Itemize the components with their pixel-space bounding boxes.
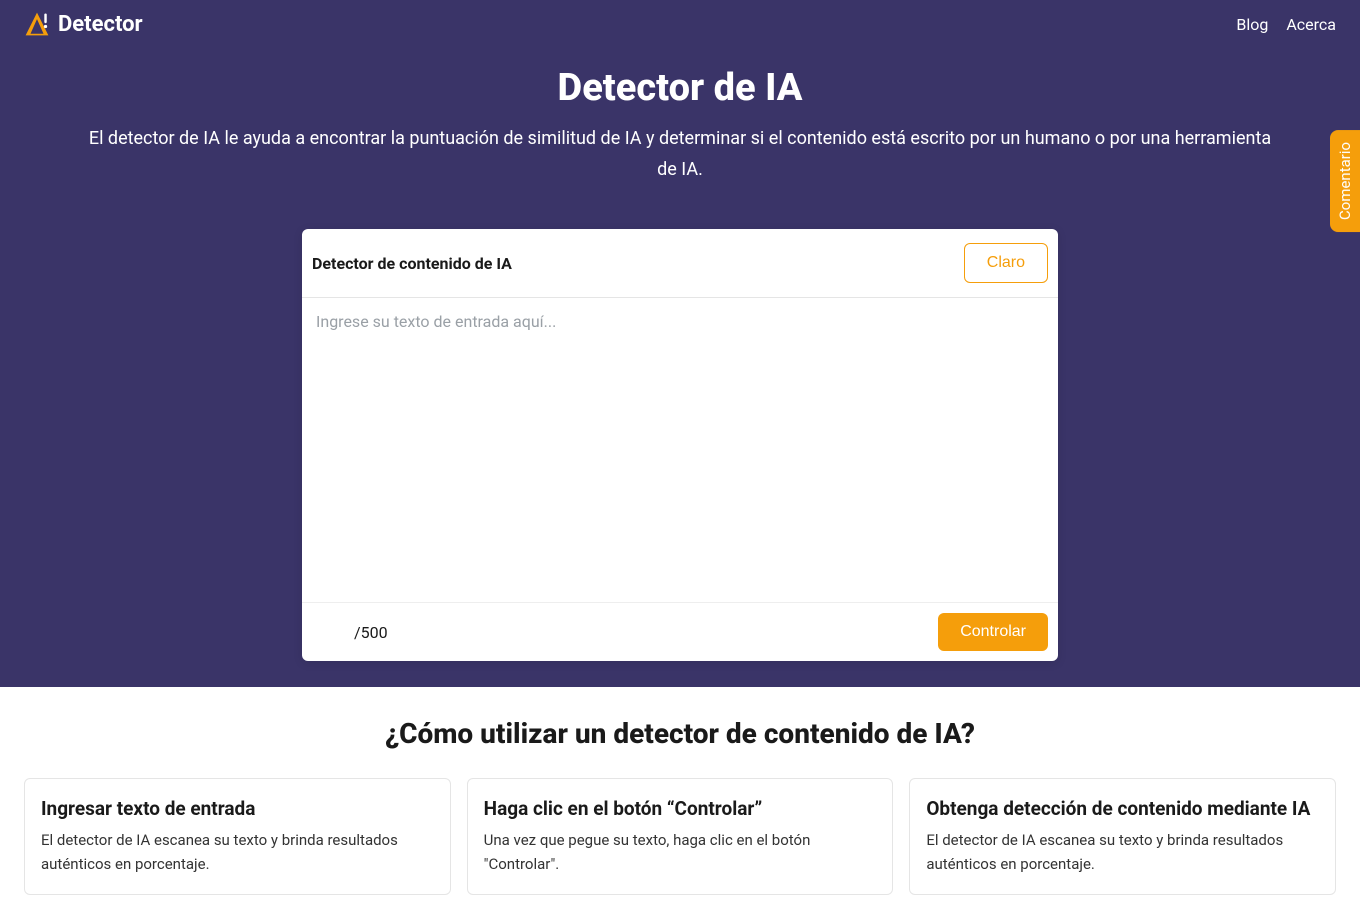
logo-icon — [24, 11, 50, 37]
step-desc: Una vez que pegue su texto, haga clic en… — [484, 828, 877, 876]
hero-section: Detector Blog Acerca Detector de IA El d… — [0, 0, 1360, 687]
text-input[interactable] — [302, 298, 1058, 598]
step-desc: El detector de IA escanea su texto y bri… — [41, 828, 434, 876]
step-title: Ingresar texto de entrada — [41, 797, 434, 820]
how-to-section: ¿Cómo utilizar un detector de contenido … — [0, 687, 1360, 919]
step-title: Obtenga detección de contenido mediante … — [926, 797, 1319, 820]
feedback-tab[interactable]: Comentario — [1330, 130, 1360, 232]
steps-grid: Ingresar texto de entrada El detector de… — [24, 778, 1336, 895]
detector-header-label: Detector de contenido de IA — [312, 254, 512, 273]
how-to-title: ¿Cómo utilizar un detector de contenido … — [24, 717, 1336, 750]
step-desc: El detector de IA escanea su texto y bri… — [926, 828, 1319, 876]
step-card: Obtenga detección de contenido mediante … — [909, 778, 1336, 895]
logo-link[interactable]: Detector — [24, 11, 143, 37]
detector-card: Detector de contenido de IA Claro /500 C… — [302, 229, 1058, 661]
step-title: Haga clic en el botón “Controlar” — [484, 797, 877, 820]
step-card: Ingresar texto de entrada El detector de… — [24, 778, 451, 895]
step-card: Haga clic en el botón “Controlar” Una ve… — [467, 778, 894, 895]
char-counter: /500 — [354, 623, 388, 642]
page-subtitle: El detector de IA le ayuda a encontrar l… — [80, 124, 1280, 185]
nav-link-about[interactable]: Acerca — [1286, 15, 1336, 34]
brand-text: Detector — [58, 12, 143, 37]
check-button[interactable]: Controlar — [938, 613, 1048, 651]
nav-link-blog[interactable]: Blog — [1236, 15, 1268, 34]
detector-card-header: Detector de contenido de IA Claro — [302, 229, 1058, 298]
nav-links: Blog Acerca — [1236, 15, 1336, 34]
detector-card-body — [302, 298, 1058, 602]
detector-card-footer: /500 Controlar — [302, 602, 1058, 661]
clear-button[interactable]: Claro — [964, 243, 1048, 283]
top-nav: Detector Blog Acerca — [24, 0, 1336, 48]
page-title: Detector de IA — [24, 66, 1336, 110]
